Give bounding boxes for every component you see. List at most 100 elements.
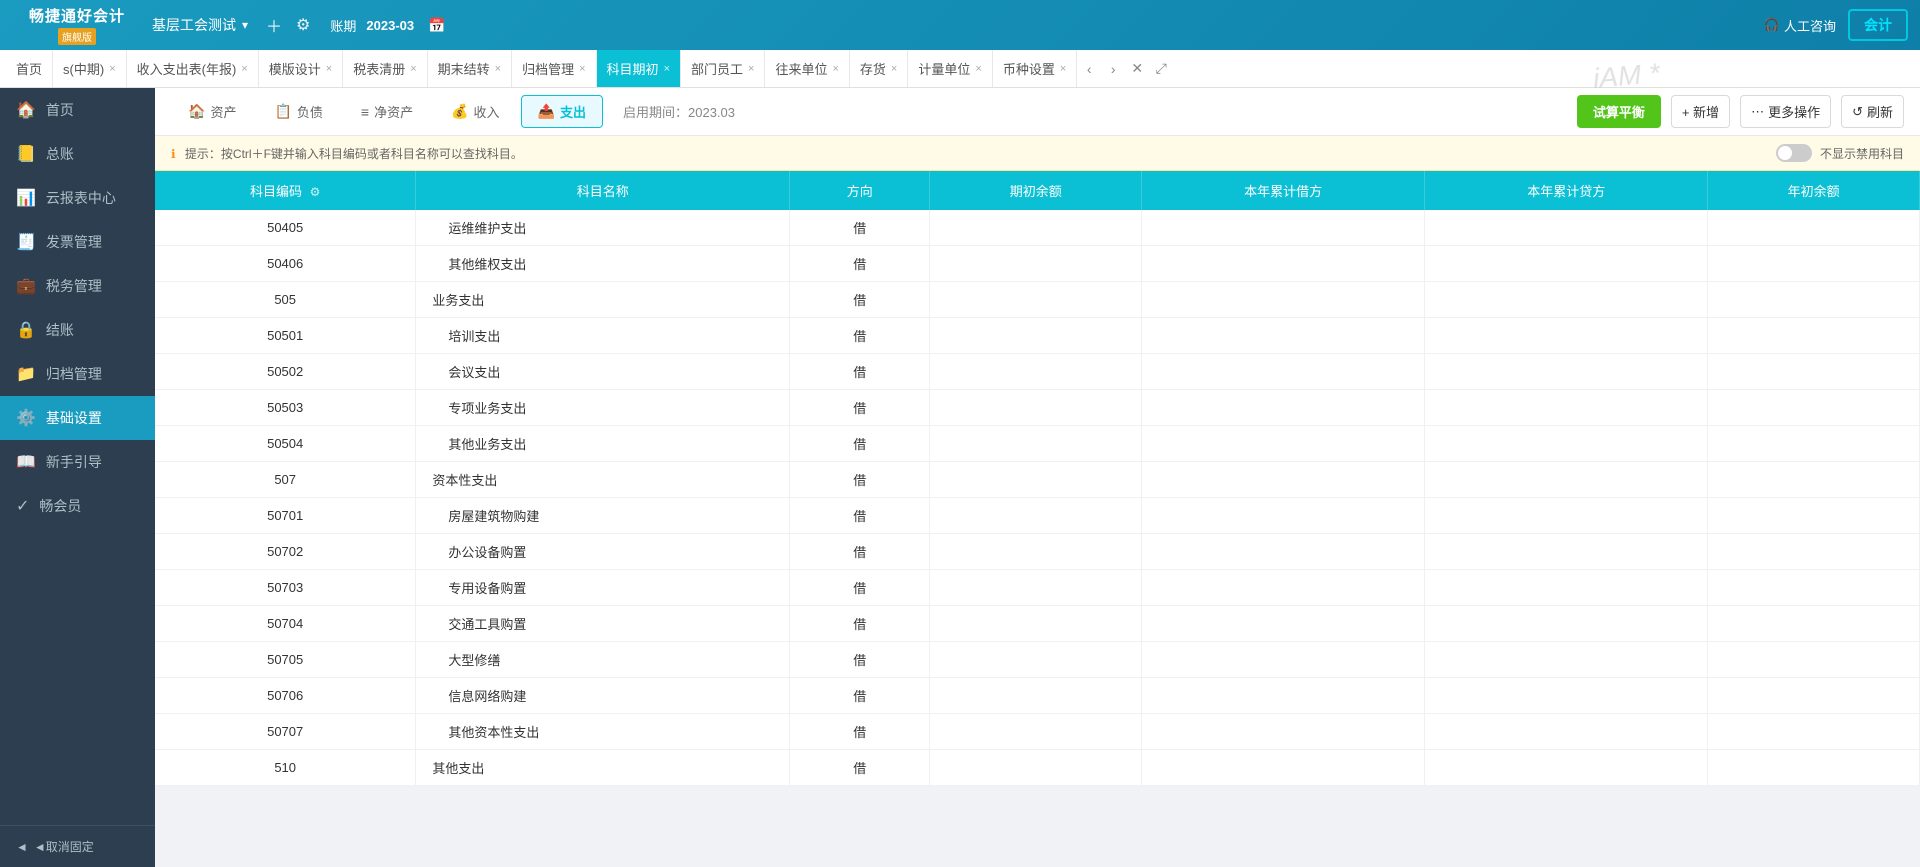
tab-dept[interactable]: 部门员工 × bbox=[681, 50, 765, 88]
calendar-icon[interactable]: 📅 bbox=[428, 17, 445, 34]
tab-close-all[interactable]: ✕ bbox=[1125, 50, 1149, 88]
sidebar-item-invoice[interactable]: 🧾 发票管理 bbox=[0, 220, 155, 264]
tab-tax-close[interactable]: × bbox=[410, 63, 416, 75]
member-icon: ✓ bbox=[16, 496, 29, 516]
sub-tab-income[interactable]: 💰 收入 bbox=[434, 95, 516, 128]
tab-currency[interactable]: 币种设置 × bbox=[993, 50, 1077, 88]
table-row[interactable]: 50703专用设备购置借 bbox=[155, 570, 1920, 606]
cell-name: 培训支出 bbox=[416, 318, 790, 354]
disable-toggle-switch[interactable] bbox=[1776, 144, 1812, 162]
tab-subject-init-close[interactable]: × bbox=[664, 63, 670, 75]
sidebar-item-archive[interactable]: 📁 归档管理 bbox=[0, 352, 155, 396]
table-container: 科目编码 ⚙ 科目名称 方向 期初余额 本年累计借方 本年累计贷方 年初余额 5… bbox=[155, 171, 1920, 867]
sidebar-item-guide[interactable]: 📖 新手引导 bbox=[0, 440, 155, 484]
tab-period-end-close[interactable]: × bbox=[495, 63, 501, 75]
service-label: 人工咨询 bbox=[1784, 16, 1836, 35]
tab-expand[interactable]: ⤢ bbox=[1149, 50, 1173, 88]
tab-balance[interactable]: s(中期) × bbox=[53, 50, 127, 88]
table-row[interactable]: 510其他支出借 bbox=[155, 750, 1920, 786]
table-row[interactable]: 50406其他维权支出借 bbox=[155, 246, 1920, 282]
tab-currency-close[interactable]: × bbox=[1060, 63, 1066, 75]
cell-ytd-debit bbox=[1142, 642, 1425, 678]
add-icon[interactable]: ＋ bbox=[266, 13, 282, 37]
table-row[interactable]: 50502会议支出借 bbox=[155, 354, 1920, 390]
tab-subject-init[interactable]: 科目期初 × bbox=[597, 50, 681, 88]
table-row[interactable]: 50704交通工具购置借 bbox=[155, 606, 1920, 642]
tab-balance-close[interactable]: × bbox=[109, 63, 115, 75]
settings-icon[interactable]: ⚙ bbox=[296, 15, 310, 35]
tab-dept-close[interactable]: × bbox=[748, 63, 754, 75]
cell-ytd-debit bbox=[1142, 714, 1425, 750]
sub-tab-expense[interactable]: 📤 支出 bbox=[521, 95, 603, 128]
tab-template[interactable]: 模版设计 × bbox=[259, 50, 343, 88]
cell-opening-balance bbox=[930, 282, 1142, 318]
tab-unit-close[interactable]: × bbox=[975, 63, 981, 75]
tab-nav-prev[interactable]: ‹ bbox=[1077, 50, 1101, 88]
table-row[interactable]: 50503专项业务支出借 bbox=[155, 390, 1920, 426]
cell-year-opening bbox=[1708, 426, 1920, 462]
account-button[interactable]: 会计 bbox=[1848, 9, 1908, 41]
table-row[interactable]: 50504其他业务支出借 bbox=[155, 426, 1920, 462]
sidebar-item-tax[interactable]: 💼 税务管理 bbox=[0, 264, 155, 308]
tab-inventory[interactable]: 存货 × bbox=[850, 50, 908, 88]
cell-code: 50502 bbox=[155, 354, 416, 390]
tab-archive-close[interactable]: × bbox=[579, 63, 585, 75]
table-row[interactable]: 50405运维维护支出借 bbox=[155, 210, 1920, 246]
cell-name: 资本性支出 bbox=[416, 462, 790, 498]
table-row[interactable]: 50702办公设备购置借 bbox=[155, 534, 1920, 570]
tab-archive-label: 归档管理 bbox=[522, 59, 574, 78]
tab-tax[interactable]: 税表清册 × bbox=[343, 50, 427, 88]
tab-template-close[interactable]: × bbox=[326, 63, 332, 75]
service-button[interactable]: 🎧 人工咨询 bbox=[1764, 16, 1836, 35]
report-icon: 📊 bbox=[16, 188, 36, 208]
tab-inventory-close[interactable]: × bbox=[891, 63, 897, 75]
sidebar-item-ledger[interactable]: 📒 总账 bbox=[0, 132, 155, 176]
income-icon: 💰 bbox=[451, 103, 468, 120]
company-selector[interactable]: 基层工会测试 ▾ bbox=[152, 15, 248, 35]
add-button[interactable]: + 新增 bbox=[1671, 95, 1730, 128]
sidebar-item-settings[interactable]: ⚙️ 基础设置 bbox=[0, 396, 155, 440]
tab-home[interactable]: 首页 bbox=[6, 50, 53, 88]
cell-ytd-credit bbox=[1425, 570, 1708, 606]
tab-archive[interactable]: 归档管理 × bbox=[512, 50, 596, 88]
cell-year-opening bbox=[1708, 318, 1920, 354]
app-title: 畅捷通好会计 bbox=[29, 5, 125, 26]
calc-balance-button[interactable]: 试算平衡 bbox=[1577, 95, 1661, 128]
cell-opening-balance bbox=[930, 534, 1142, 570]
cell-direction: 借 bbox=[790, 354, 930, 390]
sub-tab-liability[interactable]: 📋 负债 bbox=[257, 95, 339, 128]
table-row[interactable]: 50701房屋建筑物购建借 bbox=[155, 498, 1920, 534]
tab-period-end[interactable]: 期末结转 × bbox=[428, 50, 512, 88]
tab-unit[interactable]: 计量单位 × bbox=[908, 50, 992, 88]
sub-tab-net-asset[interactable]: ≡ 净资产 bbox=[344, 95, 430, 128]
cell-direction: 借 bbox=[790, 246, 930, 282]
refresh-button[interactable]: ↺ 刷新 bbox=[1841, 95, 1904, 128]
sidebar-item-member[interactable]: ✓ 畅会员 bbox=[0, 484, 155, 528]
tab-inventory-label: 存货 bbox=[860, 59, 886, 78]
cell-year-opening bbox=[1708, 714, 1920, 750]
tab-income-report[interactable]: 收入支出表(年报) × bbox=[127, 50, 259, 88]
tab-partner-close[interactable]: × bbox=[832, 63, 838, 75]
table-row[interactable]: 507资本性支出借 bbox=[155, 462, 1920, 498]
sidebar-item-home[interactable]: 🏠 首页 bbox=[0, 88, 155, 132]
sub-tab-asset[interactable]: 🏠 资产 bbox=[171, 95, 253, 128]
col-ytd-credit: 本年累计贷方 bbox=[1425, 171, 1708, 210]
tab-balance-label: s(中期) bbox=[63, 59, 104, 78]
more-actions-button[interactable]: ⋯ 更多操作 bbox=[1740, 95, 1831, 128]
tab-partner[interactable]: 往来单位 × bbox=[765, 50, 849, 88]
sidebar-item-close[interactable]: 🔒 结账 bbox=[0, 308, 155, 352]
subjects-table: 科目编码 ⚙ 科目名称 方向 期初余额 本年累计借方 本年累计贷方 年初余额 5… bbox=[155, 171, 1920, 786]
table-header-row: 科目编码 ⚙ 科目名称 方向 期初余额 本年累计借方 本年累计贷方 年初余额 bbox=[155, 171, 1920, 210]
table-row[interactable]: 50501培训支出借 bbox=[155, 318, 1920, 354]
tab-nav-next[interactable]: › bbox=[1101, 50, 1125, 88]
sidebar-collapse-btn[interactable]: ◄ ◄取消固定 bbox=[0, 825, 155, 867]
table-row[interactable]: 505业务支出借 bbox=[155, 282, 1920, 318]
cell-opening-balance bbox=[930, 354, 1142, 390]
table-row[interactable]: 50705大型修缮借 bbox=[155, 642, 1920, 678]
tax-icon: 💼 bbox=[16, 276, 36, 296]
col-gear-icon[interactable]: ⚙ bbox=[310, 185, 321, 199]
table-row[interactable]: 50706信息网络购建借 bbox=[155, 678, 1920, 714]
tab-income-report-close[interactable]: × bbox=[241, 63, 247, 75]
sidebar-item-report[interactable]: 📊 云报表中心 bbox=[0, 176, 155, 220]
table-row[interactable]: 50707其他资本性支出借 bbox=[155, 714, 1920, 750]
